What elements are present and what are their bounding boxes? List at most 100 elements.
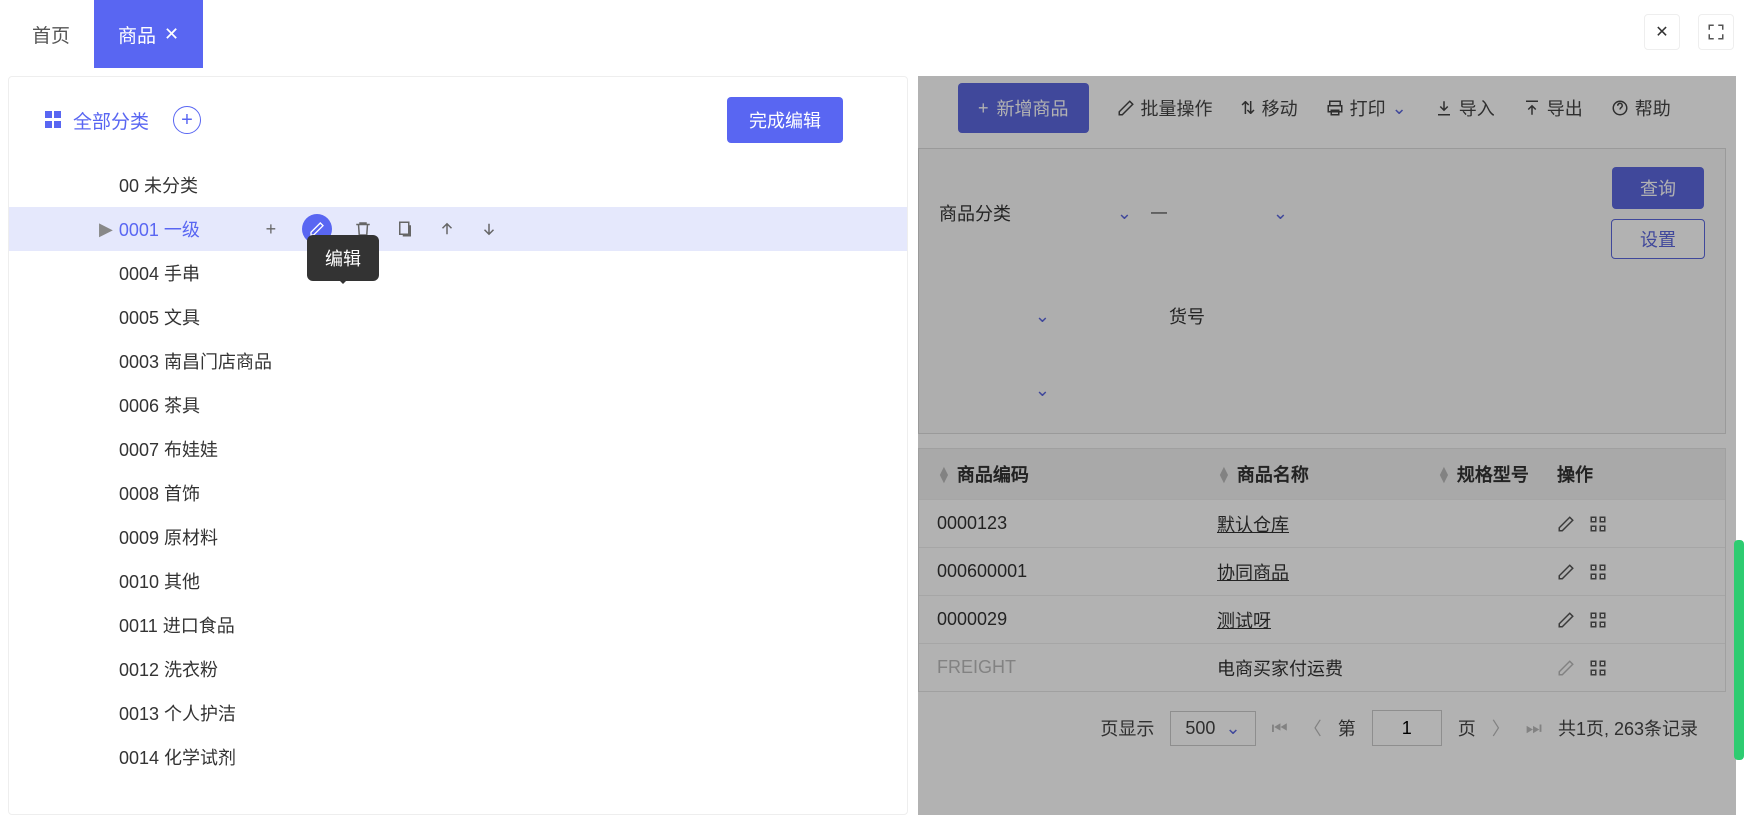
row-edit-icon[interactable] [1557, 611, 1575, 629]
edit-tooltip: 编辑 [307, 235, 379, 281]
tree-node[interactable]: 0011 进口食品 [9, 603, 907, 647]
move-button[interactable]: ⇅ 移动 [1241, 95, 1298, 121]
filter-cat-from[interactable]: ⌄ [1021, 196, 1141, 230]
col-code[interactable]: 商品编码 [957, 461, 1029, 487]
caret-right-icon[interactable]: ▶ [99, 219, 113, 240]
cell-code: 0000029 [919, 596, 1199, 643]
dash: — [1151, 204, 1167, 222]
cell-name[interactable]: 协同商品 [1199, 548, 1419, 595]
col-name[interactable]: 商品名称 [1237, 461, 1309, 487]
filter-select-3[interactable]: ⌄ [939, 373, 1059, 407]
help-button[interactable]: 帮助 [1611, 95, 1671, 121]
row-edit-icon [1557, 659, 1575, 677]
tree-node[interactable]: 0008 首饰 [9, 471, 907, 515]
filter-cat-to[interactable]: ⌄ [1177, 196, 1297, 230]
sort-icon[interactable]: ▲▼ [1437, 466, 1451, 482]
filter-cat-label: 商品分类 [939, 200, 1011, 226]
row-more-icon[interactable] [1589, 563, 1607, 581]
move-up-icon[interactable] [436, 218, 458, 240]
all-categories[interactable]: 全部分类 [45, 107, 149, 134]
tree-node[interactable]: 0004 手串 [9, 251, 907, 295]
tree-node-selected[interactable]: ▶ 0001 一级 + [9, 207, 907, 251]
tree-node[interactable]: 0014 化学试剂 [9, 735, 907, 779]
fullscreen-button[interactable] [1698, 14, 1734, 50]
tree-node[interactable]: 0013 个人护洁 [9, 691, 907, 735]
scroll-indicator [1734, 540, 1744, 760]
filter-box: 商品分类 ⌄ — ⌄ 查询 设置 ⌄ 货号 ⌄ [918, 148, 1726, 434]
close-icon[interactable]: ✕ [164, 24, 179, 45]
query-button[interactable]: 查询 [1612, 167, 1704, 209]
close-all-button[interactable]: ✕ [1644, 14, 1680, 50]
tab-home[interactable]: 首页 [8, 0, 94, 68]
all-categories-label: 全部分类 [73, 107, 149, 134]
product-table: ▲▼ 商品编码 ▲▼ 商品名称 ▲▼ 规格型号 操作 0000123 默认仓库 000… [918, 448, 1726, 692]
tree-node[interactable]: 0006 茶具 [9, 383, 907, 427]
sort-icon[interactable]: ▲▼ [1217, 466, 1231, 482]
add-product-label: 新增商品 [997, 95, 1069, 121]
export-button[interactable]: 导出 [1523, 95, 1583, 121]
move-icon: ⇅ [1241, 98, 1256, 119]
plus-icon: + [978, 98, 989, 119]
category-tree[interactable]: 00 未分类 ▶ 0001 一级 + [9, 163, 907, 803]
move-down-icon[interactable] [478, 218, 500, 240]
table-row[interactable]: 0000123 默认仓库 [919, 499, 1725, 547]
chevron-down-icon: ⌄ [1392, 98, 1407, 119]
tree-node[interactable]: 0009 原材料 [9, 515, 907, 559]
chevron-down-icon: ⌄ [1273, 203, 1288, 224]
col-spec[interactable]: 规格型号 [1457, 461, 1529, 487]
add-product-button[interactable]: + 新增商品 [958, 83, 1089, 133]
category-panel: 全部分类 + 完成编辑 编辑 00 未分类 ▶ 0001 一级 + [8, 76, 908, 815]
page-last-icon[interactable]: ⏭ [1526, 718, 1542, 739]
filter-select-2[interactable]: ⌄ [939, 299, 1059, 333]
page-first-icon[interactable]: ⏮ [1272, 718, 1288, 739]
page-input[interactable] [1372, 710, 1442, 746]
per-page-label: 页显示 [1100, 715, 1154, 741]
chevron-down-icon: ⌄ [1035, 306, 1050, 327]
grid-icon [45, 111, 63, 129]
tree-node[interactable]: 0003 南昌门店商品 [9, 339, 907, 383]
chevron-down-icon: ⌄ [1035, 380, 1050, 401]
cell-name[interactable]: 测试呀 [1199, 596, 1419, 643]
tree-node[interactable]: 0007 布娃娃 [9, 427, 907, 471]
table-row[interactable]: FREIGHT 电商买家付运费 [919, 643, 1725, 691]
tree-node[interactable]: 0005 文具 [9, 295, 907, 339]
tree-node[interactable]: 0010 其他 [9, 559, 907, 603]
tree-node-label: 0001 一级 [119, 216, 200, 242]
row-more-icon[interactable] [1589, 515, 1607, 533]
page-prev-icon[interactable]: 〈 [1304, 715, 1322, 741]
row-more-icon[interactable] [1589, 659, 1607, 677]
row-edit-icon[interactable] [1557, 515, 1575, 533]
tree-node[interactable]: 00 未分类 [9, 163, 907, 207]
print-button[interactable]: 打印 ⌄ [1326, 95, 1407, 121]
cell-code: 0000123 [919, 500, 1199, 547]
page-total: 共1页, 263条记录 [1558, 715, 1698, 741]
tab-product[interactable]: 商品 ✕ [94, 0, 203, 68]
add-child-icon[interactable]: + [260, 218, 282, 240]
table-row[interactable]: 0000029 测试呀 [919, 595, 1725, 643]
row-actions: + [260, 214, 500, 244]
product-panel: + 新增商品 批量操作 ⇅ 移动 打印 ⌄ 导入 导出 [918, 76, 1736, 815]
sort-icon[interactable]: ▲▼ [937, 466, 951, 482]
cell-name: 电商买家付运费 [1199, 644, 1419, 691]
table-row[interactable]: 000600001 协同商品 [919, 547, 1725, 595]
table-header: ▲▼ 商品编码 ▲▼ 商品名称 ▲▼ 规格型号 操作 [919, 449, 1725, 499]
row-more-icon[interactable] [1589, 611, 1607, 629]
pager: 页显示 500⌄ ⏮ 〈 第 页 〉 ⏭ 共1页, 263条记录 [918, 710, 1726, 746]
page-size-select[interactable]: 500⌄ [1170, 711, 1255, 746]
filter-code-label: 货号 [1169, 303, 1205, 329]
add-category-button[interactable]: + [173, 106, 201, 134]
tab-product-label: 商品 [118, 21, 156, 48]
tree-node[interactable]: 0012 洗衣粉 [9, 647, 907, 691]
page-next-icon[interactable]: 〉 [1492, 715, 1510, 741]
copy-icon[interactable] [394, 218, 416, 240]
import-button[interactable]: 导入 [1435, 95, 1495, 121]
row-edit-icon[interactable] [1557, 563, 1575, 581]
page-suffix: 页 [1458, 715, 1476, 741]
batch-button[interactable]: 批量操作 [1117, 95, 1213, 121]
page-label: 第 [1338, 715, 1356, 741]
cell-code: FREIGHT [919, 644, 1199, 691]
done-edit-button[interactable]: 完成编辑 [727, 97, 843, 143]
cell-name[interactable]: 默认仓库 [1199, 500, 1419, 547]
col-op: 操作 [1557, 461, 1593, 487]
setting-button[interactable]: 设置 [1611, 219, 1705, 259]
